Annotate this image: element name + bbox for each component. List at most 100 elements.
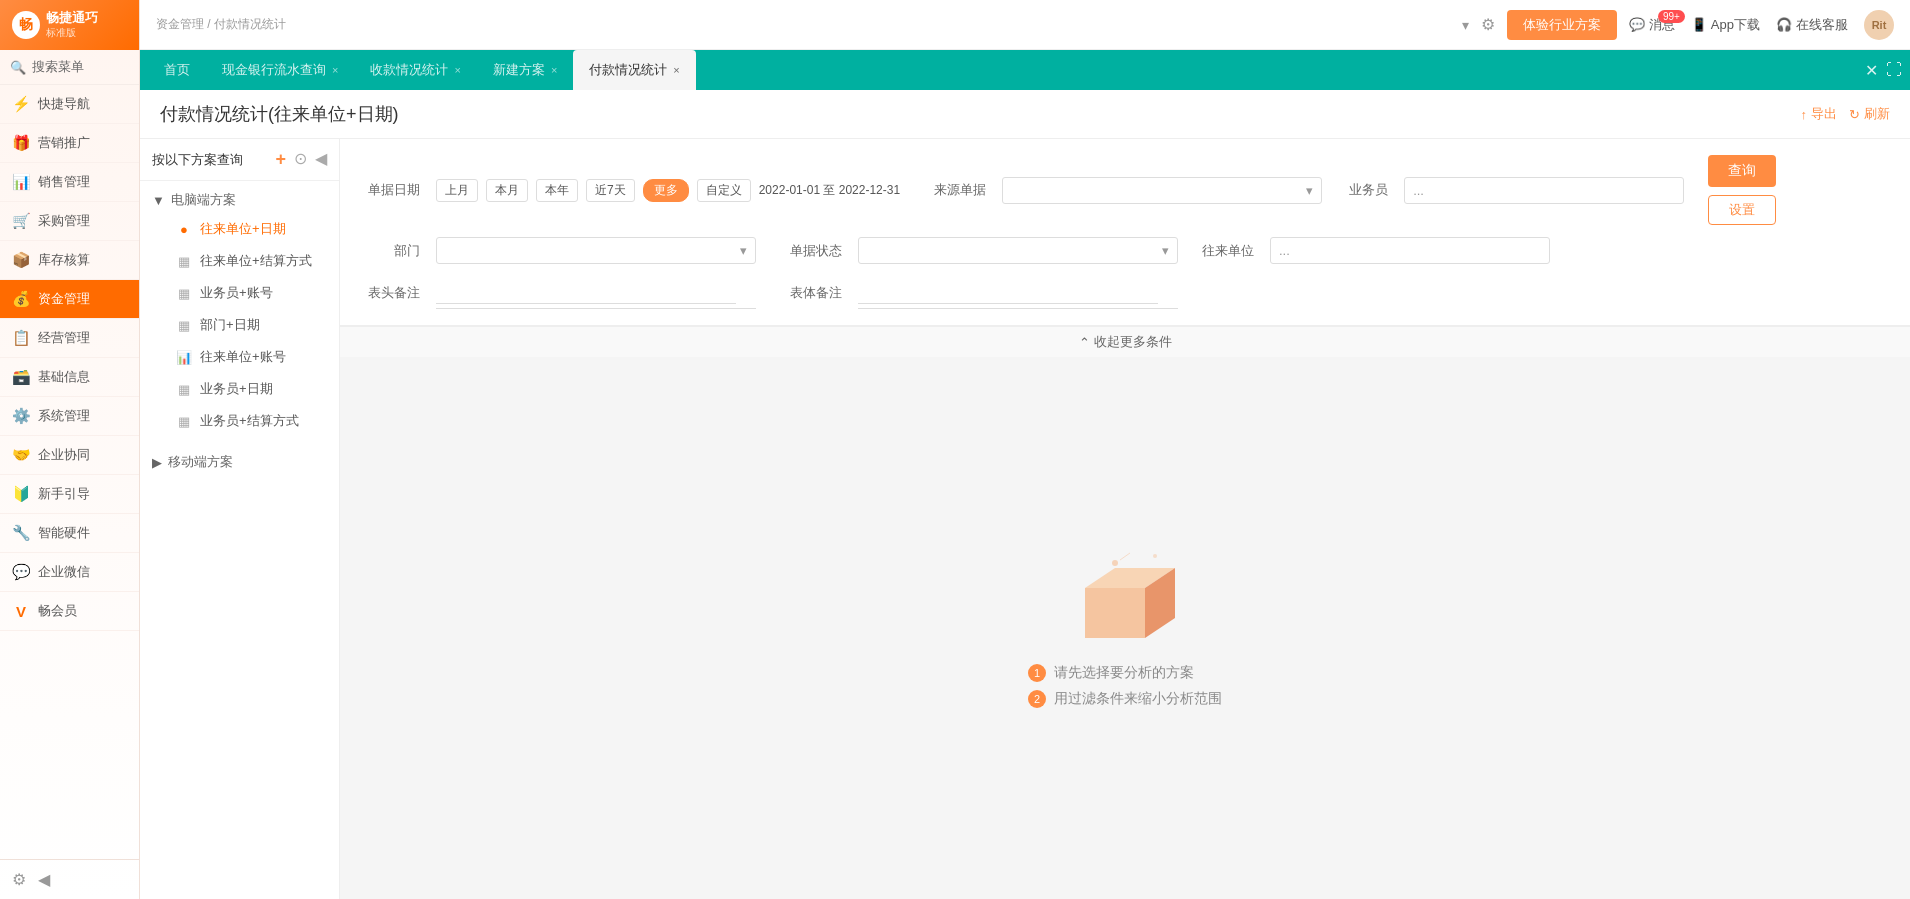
counterpart-label: 往来单位 <box>1194 242 1254 260</box>
dept-select[interactable]: ▾ <box>436 237 756 264</box>
date-shortcuts: 上月 本月 本年 近7天 更多 自定义 2022-01-01 至 2022-12… <box>436 179 900 202</box>
expand-icon[interactable]: ⛶ <box>1886 61 1902 80</box>
user-avatar[interactable]: Rit <box>1864 10 1894 40</box>
staff-select[interactable]: ... <box>1404 177 1684 204</box>
export-button[interactable]: ↑ 导出 <box>1801 105 1838 123</box>
sidebar-item-sales[interactable]: 📊 销售管理 <box>0 163 139 202</box>
basic-icon: 🗃️ <box>12 368 30 386</box>
svg-point-4 <box>1153 554 1157 558</box>
schema-item-staff-account[interactable]: ▦ 业务员+账号 <box>152 277 327 309</box>
body-note-label: 表体备注 <box>772 284 842 302</box>
main-area: 资金管理 / 付款情况统计 ▾ ⚙ 体验行业方案 💬 消息 99+ 📱 App下… <box>140 0 1910 899</box>
marketing-icon: 🎁 <box>12 134 30 152</box>
left-panel: 按以下方案查询 + ⊙ ◀ ▼ 电脑端方案 ● 往来单位+日期 <box>140 139 340 899</box>
schema-item-unit-settle[interactable]: ▦ 往来单位+结算方式 <box>152 245 327 277</box>
tab-cash-flow[interactable]: 现金银行流水查询 × <box>206 50 354 90</box>
sidebar-item-enterprise[interactable]: 🤝 企业协同 <box>0 436 139 475</box>
staff-label: 业务员 <box>1338 181 1388 199</box>
unit-account-icon: 📊 <box>176 349 192 365</box>
guide-icon: 🔰 <box>12 485 30 503</box>
topbar-dropdown-icon[interactable]: ▾ <box>1462 17 1469 33</box>
desktop-group-title[interactable]: ▼ 电脑端方案 <box>152 187 327 213</box>
collapse-filter-button[interactable]: ⌃ 收起更多条件 <box>340 326 1910 357</box>
query-button[interactable]: 查询 <box>1708 155 1776 187</box>
mobile-group-title[interactable]: ▶ 移动端方案 <box>152 449 327 475</box>
close-cash-flow-icon[interactable]: × <box>332 64 338 76</box>
sidebar-item-system[interactable]: ⚙️ 系统管理 <box>0 397 139 436</box>
status-label: 单据状态 <box>772 242 842 260</box>
sidebar-item-inventory[interactable]: 📦 库存核算 <box>0 241 139 280</box>
sidebar-item-quick-nav[interactable]: ⚡ 快捷导航 <box>0 85 139 124</box>
date-this-month[interactable]: 本月 <box>486 179 528 202</box>
panel-collapse-icon[interactable]: ◀ <box>315 149 327 170</box>
close-all-tabs-icon[interactable]: ✕ <box>1865 61 1878 80</box>
tab-payment-stats[interactable]: 付款情况统计 × <box>573 50 695 90</box>
body-note-input[interactable] <box>858 280 1158 304</box>
schema-item-dept-date[interactable]: ▦ 部门+日期 <box>152 309 327 341</box>
empty-illustration <box>1065 548 1185 648</box>
refresh-button[interactable]: ↻ 刷新 <box>1849 105 1890 123</box>
content-area: 付款情况统计(往来单位+日期) ↑ 导出 ↻ 刷新 按以下方案查询 + <box>140 90 1910 899</box>
sidebar-item-marketing[interactable]: 🎁 营销推广 <box>0 124 139 163</box>
sidebar-item-guide[interactable]: 🔰 新手引导 <box>0 475 139 514</box>
weixin-icon: 💬 <box>12 563 30 581</box>
counterpart-select[interactable]: ... <box>1270 237 1550 264</box>
bottom-settings-icon[interactable]: ⚙ <box>12 870 26 889</box>
sidebar-collapse-icon[interactable]: ◀ <box>38 870 50 889</box>
schema-item-staff-date[interactable]: ▦ 业务员+日期 <box>152 373 327 405</box>
unit-settle-icon: ▦ <box>176 253 192 269</box>
mobile-schema-group: ▶ 移动端方案 <box>140 443 339 481</box>
date-more[interactable]: 更多 <box>643 179 689 202</box>
sidebar-item-basic[interactable]: 🗃️ 基础信息 <box>0 358 139 397</box>
sidebar-item-purchase[interactable]: 🛒 采购管理 <box>0 202 139 241</box>
dept-label: 部门 <box>360 242 420 260</box>
dept-dropdown-icon: ▾ <box>740 243 747 258</box>
trial-button[interactable]: 体验行业方案 <box>1507 10 1617 40</box>
filter-row-2: 部门 ▾ 单据状态 ▾ 往来单位 ... <box>360 237 1890 264</box>
date-last-7days[interactable]: 近7天 <box>586 179 635 202</box>
tab-receipt-stats[interactable]: 收款情况统计 × <box>354 50 476 90</box>
source-select[interactable]: ▾ <box>1002 177 1322 204</box>
date-label: 单据日期 <box>360 181 420 199</box>
topbar: 资金管理 / 付款情况统计 ▾ ⚙ 体验行业方案 💬 消息 99+ 📱 App下… <box>140 0 1910 50</box>
collapse-icon: ⌃ <box>1079 335 1090 350</box>
sidebar-item-finance[interactable]: 💰 资金管理 <box>0 280 139 319</box>
header-note-input[interactable] <box>436 280 736 304</box>
schema-item-staff-settle[interactable]: ▦ 业务员+结算方式 <box>152 405 327 437</box>
filter-area: 单据日期 上月 本月 本年 近7天 更多 自定义 2022-01-01 至 20… <box>340 139 1910 326</box>
tab-new-plan[interactable]: 新建方案 × <box>477 50 573 90</box>
sidebar-item-member[interactable]: V 畅会员 <box>0 592 139 631</box>
svg-point-3 <box>1112 560 1118 566</box>
source-label: 来源单据 <box>916 181 986 199</box>
sidebar-item-weixin[interactable]: 💬 企业微信 <box>0 553 139 592</box>
date-custom[interactable]: 自定义 <box>697 179 751 202</box>
tab-home[interactable]: 首页 <box>148 50 206 90</box>
online-service-button[interactable]: 🎧 在线客服 <box>1776 16 1848 34</box>
sidebar-item-hardware[interactable]: 🔧 智能硬件 <box>0 514 139 553</box>
filter-settings-button[interactable]: 设置 <box>1708 195 1776 225</box>
staff-settle-icon: ▦ <box>176 413 192 429</box>
sidebar-item-operations[interactable]: 📋 经营管理 <box>0 319 139 358</box>
schema-item-unit-date[interactable]: ● 往来单位+日期 <box>152 213 327 245</box>
status-select[interactable]: ▾ <box>858 237 1178 264</box>
system-icon: ⚙️ <box>12 407 30 425</box>
close-receipt-stats-icon[interactable]: × <box>454 64 460 76</box>
date-this-year[interactable]: 本年 <box>536 179 578 202</box>
status-dropdown-icon: ▾ <box>1162 243 1169 258</box>
refresh-icon: ↻ <box>1849 107 1860 122</box>
close-payment-stats-icon[interactable]: × <box>673 64 679 76</box>
app-download-button[interactable]: 📱 App下载 <box>1691 16 1760 34</box>
schema-item-unit-account[interactable]: 📊 往来单位+账号 <box>152 341 327 373</box>
sidebar-bottom: ⚙ ◀ <box>0 859 139 899</box>
topbar-settings-icon[interactable]: ⚙ <box>1481 15 1495 34</box>
close-new-plan-icon[interactable]: × <box>551 64 557 76</box>
left-panel-actions: + ⊙ ◀ <box>275 149 327 170</box>
search-icon: 🔍 <box>10 60 26 75</box>
add-schema-icon[interactable]: + <box>275 149 286 170</box>
date-last-month[interactable]: 上月 <box>436 179 478 202</box>
message-button[interactable]: 💬 消息 99+ <box>1629 16 1675 34</box>
tabbar: 首页 现金银行流水查询 × 收款情况统计 × 新建方案 × 付款情况统计 × ✕… <box>140 50 1910 90</box>
right-panel: 单据日期 上月 本月 本年 近7天 更多 自定义 2022-01-01 至 20… <box>340 139 1910 899</box>
search-menu[interactable]: 🔍 搜索菜单 <box>0 50 139 85</box>
schema-settings-icon[interactable]: ⊙ <box>294 149 307 170</box>
